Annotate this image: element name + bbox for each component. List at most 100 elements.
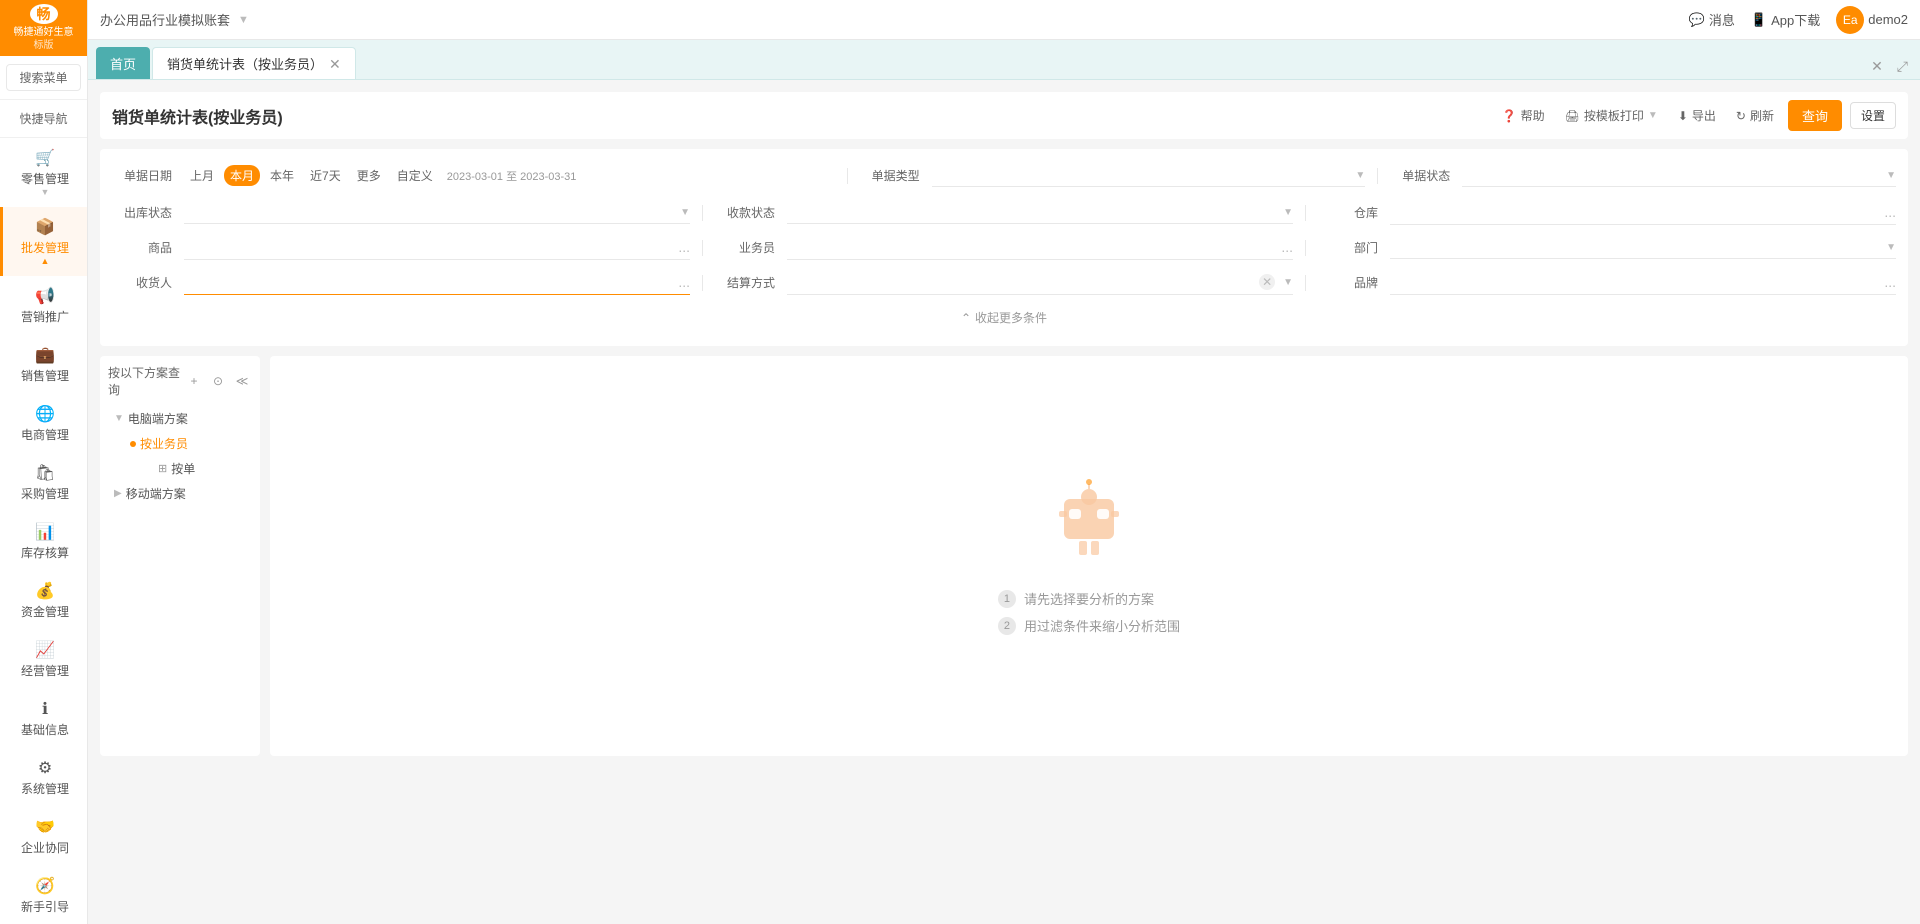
warehouse-input[interactable] — [1390, 205, 1876, 219]
sidebar-item-operations[interactable]: 📈 经营管理 — [0, 630, 87, 689]
sidebar-item-marketing[interactable]: 📢 营销推广 — [0, 276, 87, 335]
settings-button[interactable]: 设置 — [1850, 102, 1896, 129]
collapse-button[interactable]: ⌃ 收起更多条件 — [112, 305, 1896, 330]
selector-arrow[interactable]: ▼ — [238, 14, 249, 26]
sidebar-item-inventory[interactable]: 📊 库存核算 — [0, 512, 87, 571]
product-input[interactable] — [184, 240, 670, 254]
tab-maximize-button[interactable]: ⤢ — [1893, 54, 1912, 79]
department-input[interactable] — [1390, 240, 1882, 254]
tab-close-window-button[interactable]: ✕ — [1867, 54, 1887, 79]
app-download-button[interactable]: 📱 App下载 — [1751, 10, 1820, 29]
messages-button[interactable]: 💬 消息 — [1689, 10, 1735, 29]
brand-dots[interactable]: ... — [1884, 274, 1896, 290]
date-tab-this-month[interactable]: 本月 — [224, 165, 260, 186]
app-logo: 畅 畅捷通好生意 标版 — [0, 0, 87, 56]
help-button[interactable]: ❓ 帮助 — [1496, 103, 1551, 128]
tab-home[interactable]: 首页 — [96, 47, 150, 79]
divider-2 — [1377, 168, 1378, 184]
divider-4 — [1305, 205, 1306, 221]
warehouse-dots[interactable]: ... — [1884, 204, 1896, 220]
receiver-dots[interactable]: ... — [678, 274, 690, 290]
layout-body: 按以下方案查询 + ⊙ ≪ ▼ 电脑端方案 — [100, 356, 1908, 756]
print-button[interactable]: 🖨 按模板打印 ▼ — [1559, 103, 1664, 128]
tree-desktop-group[interactable]: ▼ 电脑端方案 — [108, 406, 252, 431]
user-menu-button[interactable]: Ea demo2 — [1836, 6, 1908, 34]
collapse-panel-button[interactable]: ≪ — [232, 371, 252, 391]
topbar: 办公用品行业模拟账套 ▼ 💬 消息 📱 App下载 Ea demo2 — [88, 0, 1920, 40]
filter-row-4: 收货人 ... 结算方式 ✕ ▼ 品牌 — [112, 270, 1896, 295]
doc-status-arrow[interactable]: ▼ — [1886, 170, 1896, 181]
department-arrow[interactable]: ▼ — [1886, 242, 1896, 253]
tree-item-by-doc[interactable]: ⊞ 按单 — [152, 456, 252, 481]
salesman-dots[interactable]: ... — [1281, 239, 1293, 255]
sidebar-item-purchase[interactable]: 🛍 采购管理 — [0, 453, 87, 512]
tree-sub-item-label: 按单 — [171, 460, 195, 477]
receiver-label: 收货人 — [112, 274, 172, 291]
tree-item-by-salesman[interactable]: 按业务员 — [124, 431, 252, 456]
export-button[interactable]: ⬇ 导出 — [1672, 103, 1722, 128]
refresh-label: 刷新 — [1750, 107, 1774, 124]
sidebar-item-basic[interactable]: ℹ 基础信息 — [0, 689, 87, 748]
step-1-text: 请先选择要分析的方案 — [1024, 589, 1154, 608]
tab-close-button[interactable]: ✕ — [329, 57, 341, 71]
tab-sales-stat[interactable]: 销货单统计表（按业务员） ✕ — [152, 47, 356, 79]
quick-nav-button[interactable]: 快捷导航 — [0, 104, 87, 133]
salesman-field: ... — [787, 235, 1293, 260]
date-tab-this-year[interactable]: 本年 — [264, 165, 300, 186]
page-title: 销货单统计表(按业务员) — [112, 104, 283, 128]
date-field: 上月 本月 本年 近7天 更多 自定义 2023-03-01 至 2023-03… — [184, 161, 835, 190]
main-area: 办公用品行业模拟账套 ▼ 💬 消息 📱 App下载 Ea demo2 首页 — [88, 0, 1920, 924]
divider-3 — [702, 205, 703, 221]
date-tab-more[interactable]: 更多 — [351, 165, 387, 186]
query-button[interactable]: 查询 — [1788, 100, 1842, 131]
sidebar-item-ecommerce[interactable]: 🌐 电商管理 — [0, 394, 87, 453]
date-tabs: 上月 本月 本年 近7天 更多 自定义 2023-03-01 至 2023-03… — [184, 165, 576, 186]
sidebar-item-label: 基础信息 — [21, 721, 69, 738]
out-status-arrow[interactable]: ▼ — [680, 207, 690, 218]
sidebar-item-label: 批发管理 — [21, 239, 69, 256]
sidebar-item-system[interactable]: ⚙ 系统管理 — [0, 748, 87, 807]
search-menu-button[interactable]: 搜索菜单 — [6, 64, 81, 91]
doc-type-input[interactable] — [932, 168, 1352, 182]
doc-type-arrow[interactable]: ▼ — [1355, 170, 1365, 181]
sidebar-item-retail[interactable]: 🛒 零售管理 ▼ — [0, 138, 87, 207]
receipt-status-input[interactable] — [787, 205, 1279, 219]
system-icon: ⚙ — [38, 758, 52, 778]
topbar-right: 💬 消息 📱 App下载 Ea demo2 — [1689, 6, 1908, 34]
date-label: 单据日期 — [112, 167, 172, 184]
sidebar-item-sales[interactable]: 💼 销售管理 — [0, 335, 87, 394]
payment-method-arrow[interactable]: ▼ — [1283, 277, 1293, 288]
sidebar-item-wholesale[interactable]: 📦 批发管理 ▲ — [0, 207, 87, 276]
payment-method-input[interactable] — [787, 275, 1255, 289]
doc-status-input[interactable] — [1462, 168, 1882, 182]
empty-state-icon — [1039, 469, 1139, 569]
date-tab-last-month[interactable]: 上月 — [184, 165, 220, 186]
salesman-input[interactable] — [787, 240, 1273, 254]
edit-scheme-button[interactable]: ⊙ — [208, 371, 228, 391]
filter-row-2: 出库状态 ▼ 收款状态 ▼ 仓库 ... — [112, 200, 1896, 225]
payment-method-label: 结算方式 — [715, 274, 775, 291]
add-scheme-button[interactable]: + — [184, 371, 204, 391]
out-status-field: ▼ — [184, 201, 690, 224]
receiver-input[interactable] — [184, 275, 670, 289]
payment-method-clear[interactable]: ✕ — [1259, 274, 1275, 290]
sidebar-item-label: 库存核算 — [21, 544, 69, 561]
sidebar-item-label: 系统管理 — [21, 780, 69, 797]
sidebar-item-finance[interactable]: 💰 资金管理 — [0, 571, 87, 630]
sidebar-item-newbie[interactable]: 🧭 新手引导 — [0, 866, 87, 924]
tree-child-desktop: 按业务员 ⊞ 按单 — [108, 431, 252, 481]
product-dots[interactable]: ... — [678, 239, 690, 255]
date-tab-7days[interactable]: 近7天 — [304, 165, 347, 186]
date-tab-custom[interactable]: 自定义 — [391, 165, 439, 186]
tree-mobile-group[interactable]: ▶ 移动端方案 — [108, 481, 252, 506]
brand-input[interactable] — [1390, 275, 1876, 289]
page-content: 销货单统计表(按业务员) ❓ 帮助 🖨 按模板打印 ▼ ⬇ 导出 ↻ 刷新 — [88, 80, 1920, 924]
retail-icon: 🛒 — [35, 148, 55, 168]
sidebar-item-label: 零售管理 — [21, 170, 69, 187]
out-status-input[interactable] — [184, 205, 676, 219]
refresh-button[interactable]: ↻ 刷新 — [1730, 103, 1780, 128]
receipt-status-arrow[interactable]: ▼ — [1283, 207, 1293, 218]
sales-icon: 💼 — [35, 345, 55, 365]
page-actions: ❓ 帮助 🖨 按模板打印 ▼ ⬇ 导出 ↻ 刷新 查询 设置 — [1496, 100, 1896, 131]
sidebar-item-enterprise[interactable]: 🤝 企业协同 — [0, 807, 87, 866]
